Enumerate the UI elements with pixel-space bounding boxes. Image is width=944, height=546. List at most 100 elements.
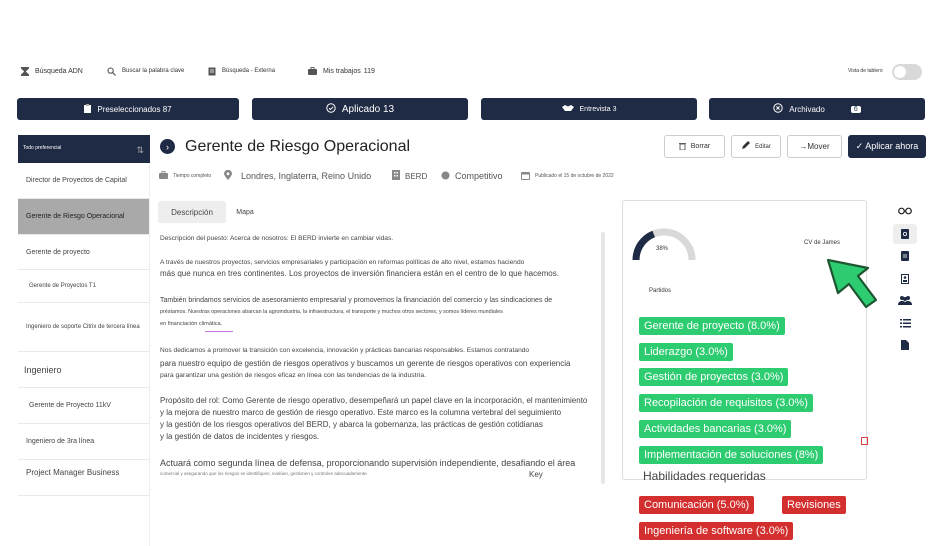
employment-type: Tiempo completo bbox=[159, 168, 211, 184]
job-list-item[interactable]: Gerente de Proyectos T1 bbox=[18, 270, 149, 303]
job-list: Director de Proyectos de Capital Gerente… bbox=[18, 163, 150, 546]
matches-label: Partidos bbox=[649, 288, 672, 294]
desc-paragraph: Actuará como segunda línea de defensa, p… bbox=[160, 458, 576, 468]
my-jobs-count: 119 bbox=[363, 67, 375, 75]
users-icon[interactable] bbox=[893, 291, 917, 309]
job-list-item-label: Ingeniero bbox=[24, 364, 62, 375]
external-search-label: Búsqueda - Externa bbox=[222, 68, 276, 74]
desc-paragraph: También brindamos servicios de asesorami… bbox=[160, 297, 553, 304]
job-list-item[interactable]: Gerente de Proyecto 11kV bbox=[18, 388, 149, 424]
required-skills-label: Habilidades requeridas bbox=[643, 469, 766, 483]
cv-label[interactable]: CV de James bbox=[804, 240, 840, 246]
archived-button[interactable]: Archivado 6 bbox=[709, 98, 925, 120]
desc-paragraph: y la gestión de datos de incidentes y ri… bbox=[160, 432, 320, 441]
location-label: Londres, Inglaterra, Reino Unido bbox=[241, 171, 372, 181]
tab-description[interactable]: Descripción bbox=[158, 201, 226, 223]
keyword-search-button[interactable]: Buscar la palabra clave bbox=[107, 58, 184, 84]
job-list-item-label: Project Manager Business bbox=[26, 468, 120, 477]
delete-button[interactable]: Borrar bbox=[664, 135, 725, 158]
missing-skill-tag: Comunicación (5.0%) bbox=[639, 496, 755, 514]
posted-date: Publicado el 15 de octubre de 2022 bbox=[521, 168, 614, 184]
company: BERD bbox=[392, 168, 427, 184]
job-list-item[interactable]: Ingeniero bbox=[18, 352, 149, 388]
desc-paragraph: Nos dedicamos a promover la transición c… bbox=[160, 347, 530, 354]
collapse-chevron-icon[interactable]: › bbox=[160, 139, 175, 154]
pointer-arrow-icon bbox=[826, 258, 878, 309]
job-list-item-label: Gerente de Proyecto 11kV bbox=[29, 402, 111, 409]
desc-paragraph: Propósito del rol: Como Gerente de riesg… bbox=[160, 396, 588, 405]
job-list-header[interactable]: Todo preferencial ⇅ bbox=[18, 135, 150, 163]
apply-now-button[interactable]: ✓ Aplicar ahora bbox=[848, 135, 926, 158]
desc-paragraph: Key bbox=[529, 470, 543, 479]
matched-skill-tag: Gestión de proyectos (3.0%) bbox=[639, 368, 789, 386]
building-icon bbox=[392, 170, 400, 182]
list-icon[interactable] bbox=[893, 314, 917, 332]
matched-skill-tag: Gerente de proyecto (8.0%) bbox=[639, 317, 785, 335]
employment-type-label: Tiempo completo bbox=[173, 173, 212, 179]
matched-skill-tag: Actividades bancarias (3.0%) bbox=[639, 420, 792, 438]
desc-paragraph: préstamos. Nuestras operaciones abarcan … bbox=[160, 309, 503, 315]
shortlisted-label: Preseleccionados 87 bbox=[97, 104, 172, 114]
desc-paragraph: más que nunca en tres continentes. Los p… bbox=[160, 269, 559, 278]
document-icon[interactable] bbox=[893, 247, 917, 265]
glasses-icon[interactable] bbox=[893, 202, 917, 220]
move-button[interactable]: →Mover bbox=[787, 135, 842, 158]
desc-paragraph: y la mejora de nuestro marco de gestión … bbox=[160, 408, 562, 417]
file-icon[interactable] bbox=[893, 336, 917, 354]
file-search-icon[interactable] bbox=[893, 224, 917, 244]
edit-button[interactable]: Editar bbox=[731, 135, 781, 158]
search-adn-label: Búsqueda ADN bbox=[35, 67, 83, 75]
job-list-item-label: Ingeniero de soporte Citrix de tercera l… bbox=[26, 323, 140, 330]
applied-label: Aplicado 13 bbox=[341, 103, 395, 115]
top-toolbar: Búsqueda ADN Buscar la palabra clave Bús… bbox=[0, 58, 944, 84]
tab-map[interactable]: Mapa bbox=[228, 201, 262, 223]
job-list-item[interactable]: Director de Proyectos de Capital bbox=[18, 163, 149, 199]
check-circle-icon bbox=[326, 102, 336, 116]
document-icon bbox=[207, 67, 216, 76]
spellcheck-underline bbox=[205, 331, 233, 332]
matched-skill-tag: Implementación de soluciones (8%) bbox=[639, 446, 824, 464]
location: Londres, Inglaterra, Reino Unido bbox=[224, 168, 371, 184]
briefcase-icon bbox=[308, 67, 317, 76]
search-adn-button[interactable]: Búsqueda ADN bbox=[20, 58, 83, 84]
shortlisted-button[interactable]: Preseleccionados 87 bbox=[17, 98, 239, 120]
archived-label: Archivado bbox=[789, 104, 825, 114]
job-list-item-selected[interactable]: Gerente de Riesgo Operacional bbox=[18, 199, 149, 235]
job-list-item[interactable]: Gerente de proyecto bbox=[18, 235, 149, 270]
job-list-item[interactable]: Ingeniero de 3ra línea bbox=[18, 424, 149, 460]
description-scrollbar[interactable] bbox=[601, 232, 605, 484]
external-search-button[interactable]: Búsqueda - Externa bbox=[207, 58, 275, 84]
job-list-item[interactable]: Project Manager Business bbox=[18, 460, 149, 496]
salary: Competitivo bbox=[441, 168, 503, 184]
job-list-header-label: Todo preferencial bbox=[23, 145, 62, 151]
search-icon bbox=[107, 66, 116, 76]
job-list-item-label: Gerente de Riesgo Operacional bbox=[26, 213, 125, 220]
sort-arrows-icon[interactable]: ⇅ bbox=[136, 145, 144, 156]
posted-date-label: Publicado el 15 de octubre de 2022 bbox=[535, 173, 614, 179]
my-jobs-button[interactable]: Mis trabajos 119 bbox=[308, 58, 375, 84]
desc-paragraph: A través de nuestros proyectos, servicio… bbox=[160, 259, 525, 266]
keyword-search-label: Buscar la palabra clave bbox=[122, 68, 185, 74]
pencil-icon bbox=[741, 141, 751, 152]
location-pin-icon bbox=[224, 169, 232, 182]
interview-label: Entrevista 3 bbox=[579, 105, 617, 113]
calendar-icon bbox=[521, 171, 530, 182]
company-label: BERD bbox=[405, 171, 428, 181]
id-card-icon[interactable] bbox=[893, 270, 917, 288]
missing-skill-tag: Revisiones bbox=[782, 496, 846, 514]
interview-button[interactable]: Entrevista 3 bbox=[481, 98, 697, 120]
desc-paragraph: y la gestión de los riesgos operativos d… bbox=[160, 420, 543, 429]
matched-skill-tag: Liderazgo (3.0%) bbox=[639, 343, 733, 361]
x-circle-icon bbox=[773, 103, 783, 115]
move-label: →Mover bbox=[799, 142, 830, 151]
job-list-item[interactable]: Ingeniero de soporte Citrix de tercera l… bbox=[18, 303, 149, 352]
missing-skill-tag: Ingeniería de software (3.0%) bbox=[639, 522, 794, 540]
salary-label: Competitivo bbox=[455, 171, 503, 181]
board-view-toggle[interactable] bbox=[892, 64, 922, 80]
archived-count-badge: 6 bbox=[850, 105, 861, 113]
applied-button[interactable]: Aplicado 13 bbox=[252, 98, 468, 120]
matched-skill-tag: Recopilación de requisitos (3.0%) bbox=[639, 394, 813, 412]
handshake-icon bbox=[561, 104, 574, 114]
delete-label: Borrar bbox=[690, 143, 711, 150]
job-list-item-label: Gerente de Proyectos T1 bbox=[29, 283, 96, 289]
